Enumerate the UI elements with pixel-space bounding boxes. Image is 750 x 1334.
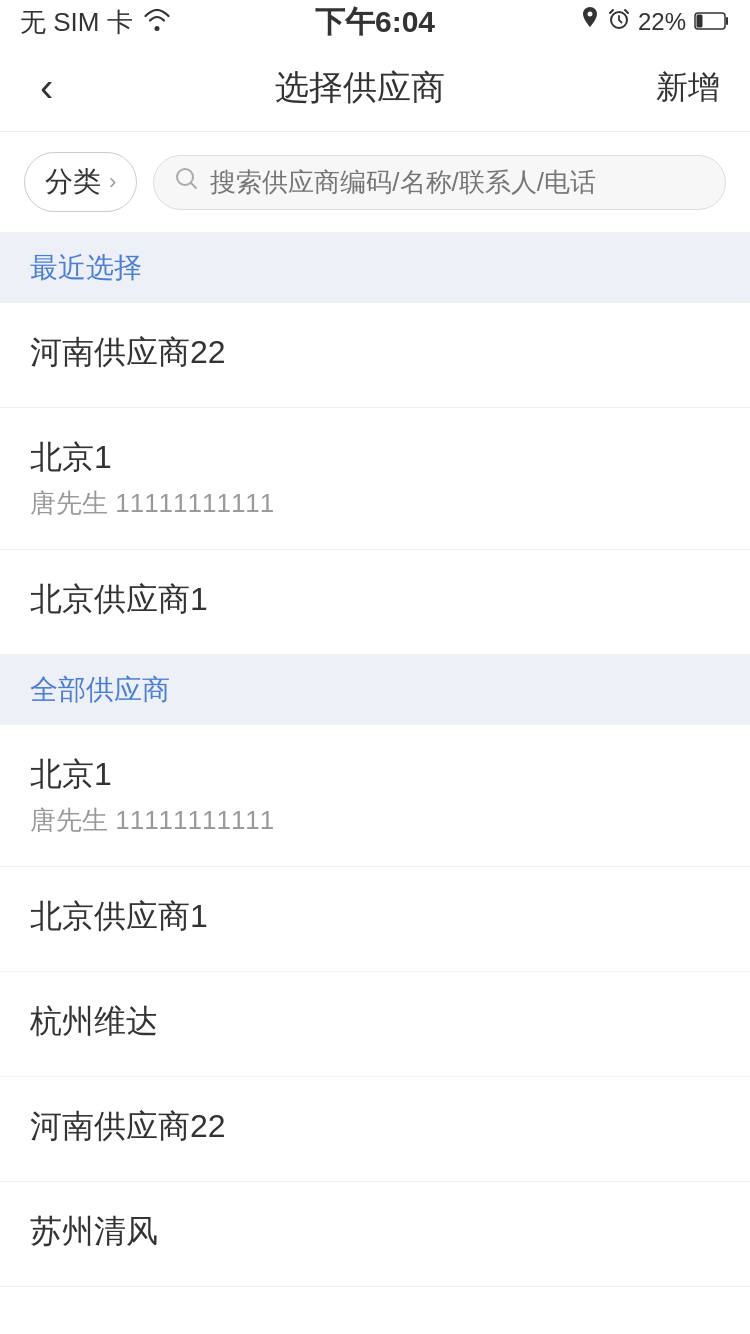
all-items-list: 北京1 唐先生 11111111111 北京供应商1 杭州维达河南供应商22 苏州清风 — [0, 725, 750, 1287]
battery-text: 22% — [638, 8, 686, 36]
back-button[interactable]: ‹ — [30, 55, 63, 120]
recent-section-header: 最近选择 — [0, 233, 750, 303]
item-name: 北京1 — [30, 436, 720, 480]
item-name: 北京供应商1 — [30, 895, 720, 939]
list-item[interactable]: 河南供应商22 — [0, 303, 750, 408]
category-button[interactable]: 分类 › — [24, 152, 137, 212]
list-item[interactable]: 北京供应商1 — [0, 550, 750, 655]
list-item[interactable]: 北京1 唐先生 11111111111 — [0, 408, 750, 550]
filter-bar: 分类 › — [0, 132, 750, 233]
time-display: 下午6:04 — [315, 2, 435, 43]
category-label: 分类 — [45, 163, 101, 201]
item-name: 河南供应商22 — [30, 1105, 720, 1149]
nav-title: 选择供应商 — [275, 65, 445, 111]
list-item[interactable]: 河南供应商22 — [0, 1077, 750, 1182]
svg-rect-2 — [697, 15, 703, 28]
status-right: 22% — [580, 7, 730, 37]
list-item[interactable]: 北京供应商1 — [0, 867, 750, 972]
alarm-icon — [608, 8, 630, 36]
item-name: 杭州维达 — [30, 1000, 720, 1044]
all-section-title: 全部供应商 — [30, 674, 170, 705]
search-input[interactable] — [210, 167, 705, 198]
list-item[interactable]: 杭州维达 — [0, 972, 750, 1077]
search-box — [153, 155, 726, 210]
wifi-icon — [143, 7, 171, 38]
carrier-text: 无 SIM 卡 — [20, 5, 133, 40]
item-sub: 唐先生 11111111111 — [30, 803, 720, 838]
recent-items-list: 河南供应商22 北京1 唐先生 11111111111 北京供应商1 — [0, 303, 750, 655]
recent-section-title: 最近选择 — [30, 252, 142, 283]
chevron-right-icon: › — [109, 169, 116, 195]
list-item[interactable]: 苏州清风 — [0, 1182, 750, 1287]
list-item[interactable]: 北京1 唐先生 11111111111 — [0, 725, 750, 867]
new-action-button[interactable]: 新增 — [656, 66, 720, 110]
status-bar: 无 SIM 卡 下午6:04 22% — [0, 0, 750, 44]
nav-bar: ‹ 选择供应商 新增 — [0, 44, 750, 132]
item-name: 北京1 — [30, 753, 720, 797]
all-section-header: 全部供应商 — [0, 655, 750, 725]
item-name: 北京供应商1 — [30, 578, 720, 622]
search-icon — [174, 166, 200, 199]
battery-icon — [694, 8, 730, 36]
item-name: 苏州清风 — [30, 1210, 720, 1254]
status-left: 无 SIM 卡 — [20, 5, 171, 40]
item-sub: 唐先生 11111111111 — [30, 486, 720, 521]
location-icon — [580, 7, 600, 37]
item-name: 河南供应商22 — [30, 331, 720, 375]
